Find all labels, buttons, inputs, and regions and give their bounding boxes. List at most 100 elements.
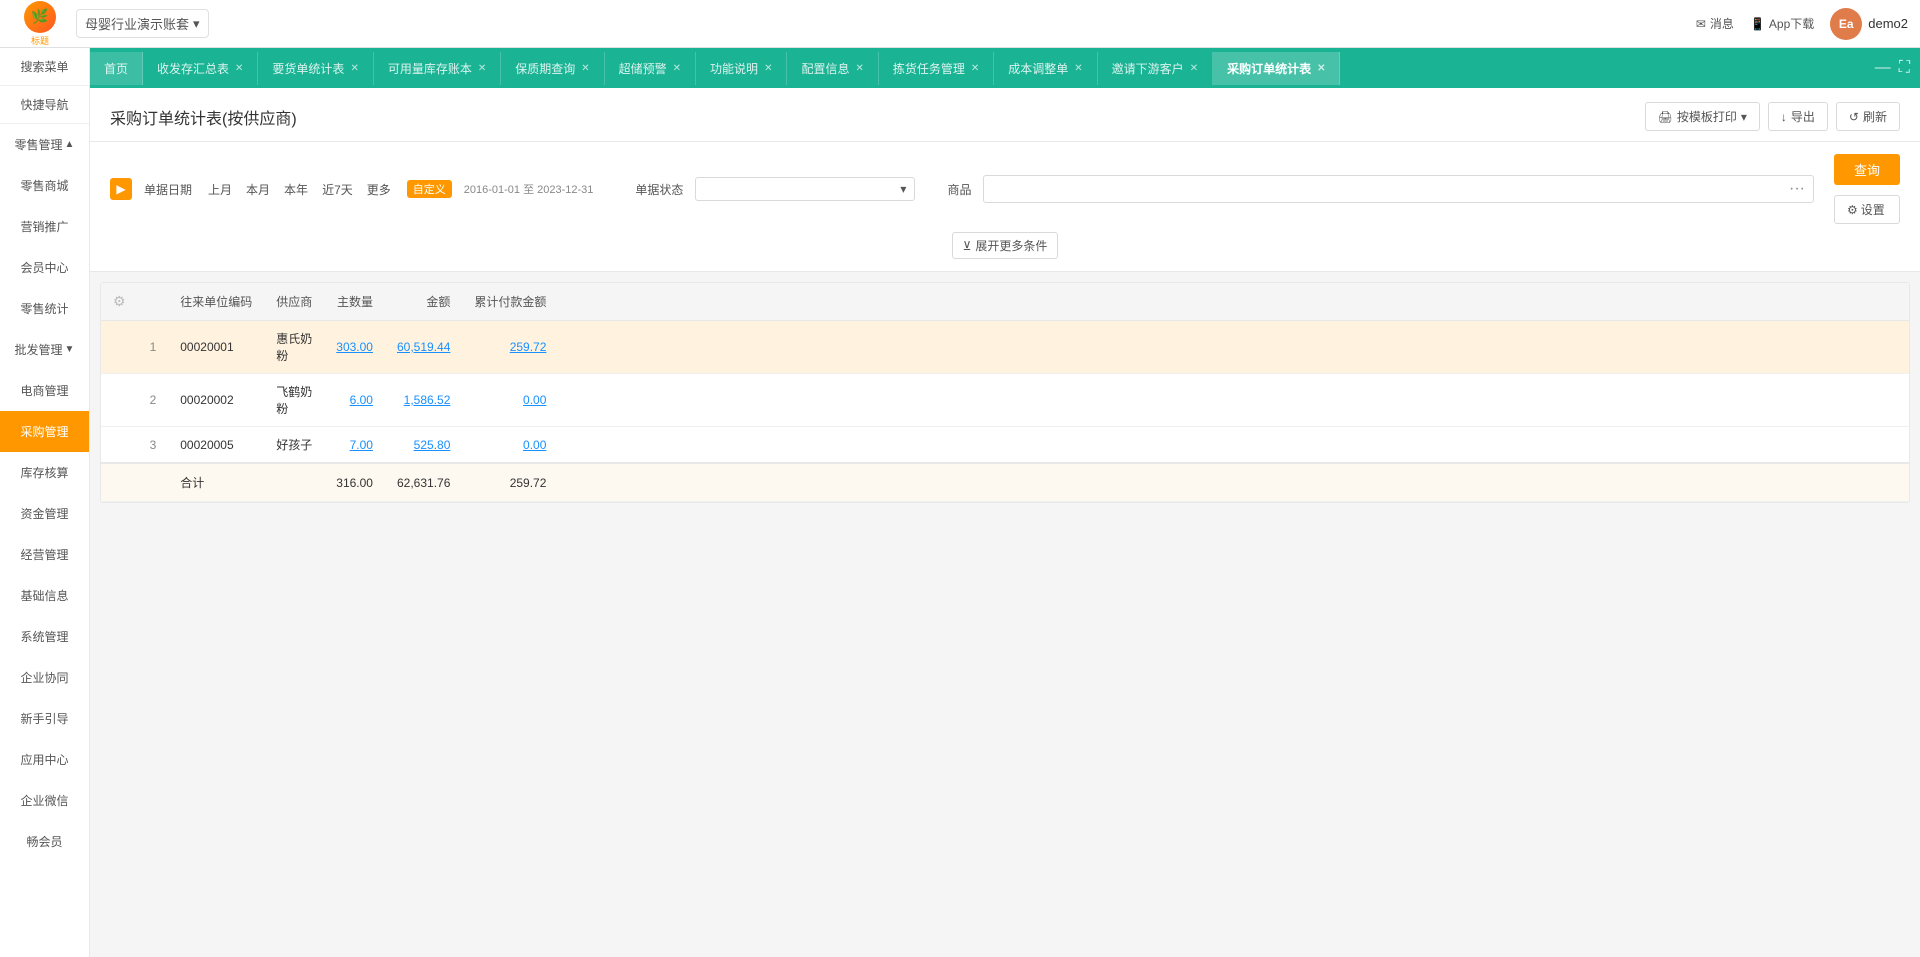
tab-shelf-life-label: 保质期查询 bbox=[515, 60, 575, 77]
sidebar-item-newbie[interactable]: 新手引导 bbox=[0, 698, 89, 739]
row3-settings bbox=[101, 427, 138, 464]
tab-requisition-stats-label: 要货单统计表 bbox=[272, 60, 344, 77]
tab-available-inventory[interactable]: 可用量库存账本 ✕ bbox=[374, 52, 501, 85]
row2-paid[interactable]: 0.00 bbox=[462, 374, 558, 427]
sidebar-item-retail-stats[interactable]: 零售统计 bbox=[0, 288, 89, 329]
settings-icon: ⚙ bbox=[1847, 203, 1858, 217]
sidebar-item-retail-shop[interactable]: 零售商城 bbox=[0, 165, 89, 206]
tab-invite-close-icon[interactable]: ✕ bbox=[1190, 63, 1198, 74]
row1-amount[interactable]: 60,519.44 bbox=[385, 321, 462, 374]
filter-toggle-btn[interactable]: ▶ bbox=[110, 178, 132, 200]
custom-badge[interactable]: 自定义 bbox=[407, 180, 452, 198]
tab-cost-close-icon[interactable]: ✕ bbox=[1074, 63, 1082, 74]
message-btn[interactable]: ✉ 消息 bbox=[1696, 15, 1734, 32]
app-download-label: App下载 bbox=[1769, 15, 1814, 32]
tab-maximize-icon[interactable]: ⛶ bbox=[1899, 59, 1910, 77]
sidebar-item-basic[interactable]: 基础信息 bbox=[0, 575, 89, 616]
tab-config-info[interactable]: 配置信息 ✕ bbox=[787, 52, 878, 85]
last-month-btn[interactable]: 上月 bbox=[204, 180, 236, 199]
sidebar-item-ecommerce-label: 电商管理 bbox=[20, 384, 68, 398]
quick-nav-btn[interactable]: 快捷导航 bbox=[0, 86, 89, 124]
row3-paid[interactable]: 0.00 bbox=[462, 427, 558, 464]
tab-function-desc[interactable]: 功能说明 ✕ bbox=[696, 52, 787, 85]
this-year-btn[interactable]: 本年 bbox=[280, 180, 312, 199]
sidebar-item-retail[interactable]: 零售管理 ▲ bbox=[0, 124, 89, 165]
sidebar-item-enterprise[interactable]: 企业协同 bbox=[0, 657, 89, 698]
sidebar-item-wechat[interactable]: 企业微信 bbox=[0, 780, 89, 821]
tab-minimize-icon[interactable]: — bbox=[1875, 59, 1891, 77]
footer-extra bbox=[558, 463, 1909, 502]
sidebar-item-ecommerce[interactable]: 电商管理 bbox=[0, 370, 89, 411]
tab-requisition-stats[interactable]: 要货单统计表 ✕ bbox=[258, 52, 373, 85]
expand-more-btn[interactable]: ⊻ 展开更多条件 bbox=[952, 232, 1059, 259]
search-menu-btn[interactable]: 搜索菜单 bbox=[0, 48, 89, 86]
export-btn[interactable]: ↓ 导出 bbox=[1768, 102, 1828, 131]
sidebar-item-marketing[interactable]: 营销推广 bbox=[0, 206, 89, 247]
sidebar-item-purchase[interactable]: 采购管理 bbox=[0, 411, 89, 452]
row2-name: 飞鹤奶粉 bbox=[264, 374, 324, 427]
tab-invite-downstream[interactable]: 邀请下游客户 ✕ bbox=[1098, 52, 1213, 85]
row2-quantity[interactable]: 6.00 bbox=[324, 374, 385, 427]
tab-config-close-icon[interactable]: ✕ bbox=[855, 63, 863, 74]
tab-purchase-stats[interactable]: 采购订单统计表 ✕ bbox=[1213, 52, 1340, 85]
sidebar-item-app-center-label: 应用中心 bbox=[20, 753, 68, 767]
sidebar-item-wholesale[interactable]: 批发管理 ▼ bbox=[0, 329, 89, 370]
sidebar-item-vip[interactable]: 畅会员 bbox=[0, 821, 89, 862]
th-index bbox=[138, 283, 169, 321]
tab-bar: 首页 收发存汇总表 ✕ 要货单统计表 ✕ 可用量库存账本 ✕ 保质期查询 ✕ 超… bbox=[90, 48, 1920, 88]
footer-amount: 62,631.76 bbox=[385, 463, 462, 502]
tab-shelf-life[interactable]: 保质期查询 ✕ bbox=[501, 52, 604, 85]
sidebar-item-member[interactable]: 会员中心 bbox=[0, 247, 89, 288]
query-button[interactable]: 查询 bbox=[1834, 154, 1900, 185]
sidebar-item-inventory[interactable]: 库存核算 bbox=[0, 452, 89, 493]
goods-input[interactable]: ··· bbox=[983, 175, 1814, 203]
sidebar-item-member-label: 会员中心 bbox=[20, 261, 68, 275]
sidebar-item-finance[interactable]: 资金管理 bbox=[0, 493, 89, 534]
status-select[interactable]: ▾ bbox=[695, 177, 915, 201]
tab-overstock[interactable]: 超储预警 ✕ bbox=[605, 52, 696, 85]
sidebar-item-operations[interactable]: 经营管理 bbox=[0, 534, 89, 575]
sidebar-item-basic-label: 基础信息 bbox=[20, 589, 68, 603]
tab-overstock-close-icon[interactable]: ✕ bbox=[673, 63, 681, 74]
goods-input-more-icon[interactable]: ··· bbox=[1789, 180, 1805, 198]
tab-pick-close-icon[interactable]: ✕ bbox=[971, 63, 979, 74]
table-area: ⚙ 往来单位编码 供应商 主数量 金额 累计付款金额 bbox=[100, 282, 1910, 503]
right-actions: 查询 ⚙ 设置 bbox=[1834, 154, 1900, 224]
sidebar-item-system[interactable]: 系统管理 bbox=[0, 616, 89, 657]
th-quantity: 主数量 bbox=[324, 283, 385, 321]
filter-area: ▶ 单据日期 上月 本月 本年 近7天 更多 自定义 2016-01-01 至 … bbox=[90, 142, 1920, 272]
tab-available-close-icon[interactable]: ✕ bbox=[478, 63, 486, 74]
tab-receive-summary[interactable]: 收发存汇总表 ✕ bbox=[143, 52, 258, 85]
tab-requisition-close-icon[interactable]: ✕ bbox=[350, 63, 358, 74]
row2-amount[interactable]: 1,586.52 bbox=[385, 374, 462, 427]
settings-button[interactable]: ⚙ 设置 bbox=[1834, 195, 1900, 224]
tab-receive-summary-close-icon[interactable]: ✕ bbox=[235, 63, 243, 74]
tab-pick-task[interactable]: 拣货任务管理 ✕ bbox=[879, 52, 994, 85]
tab-cost-adjust[interactable]: 成本调整单 ✕ bbox=[994, 52, 1097, 85]
last-7-days-btn[interactable]: 近7天 bbox=[318, 180, 357, 199]
app-download-btn[interactable]: 📱 App下载 bbox=[1750, 15, 1814, 32]
tab-function-close-icon[interactable]: ✕ bbox=[764, 63, 772, 74]
row2-settings bbox=[101, 374, 138, 427]
refresh-btn-label: 刷新 bbox=[1863, 108, 1887, 125]
main-layout: 搜索菜单 快捷导航 零售管理 ▲ 零售商城 营销推广 会员中心 零售统计 批发管… bbox=[0, 48, 1920, 957]
row3-quantity[interactable]: 7.00 bbox=[324, 427, 385, 464]
row1-quantity[interactable]: 303.00 bbox=[324, 321, 385, 374]
this-month-btn[interactable]: 本月 bbox=[242, 180, 274, 199]
refresh-btn[interactable]: ↺ 刷新 bbox=[1836, 102, 1900, 131]
tab-shelf-close-icon[interactable]: ✕ bbox=[581, 63, 589, 74]
tab-pick-task-label: 拣货任务管理 bbox=[893, 60, 965, 77]
row3-amount[interactable]: 525.80 bbox=[385, 427, 462, 464]
more-time-btn[interactable]: 更多 bbox=[363, 180, 395, 199]
settings-btn-label: 设置 bbox=[1861, 201, 1885, 218]
top-bar: 🌿 标题 母婴行业演示账套 ▾ ✉ 消息 📱 App下载 Ea demo2 bbox=[0, 0, 1920, 48]
tab-purchase-stats-close-icon[interactable]: ✕ bbox=[1317, 63, 1325, 74]
user-area[interactable]: Ea demo2 bbox=[1830, 8, 1908, 40]
workspace-selector[interactable]: 母婴行业演示账套 ▾ bbox=[76, 9, 209, 38]
print-btn[interactable]: 🖨 按模板打印 ▾ bbox=[1645, 102, 1760, 131]
sidebar-item-app-center[interactable]: 应用中心 bbox=[0, 739, 89, 780]
column-settings-icon[interactable]: ⚙ bbox=[113, 293, 126, 309]
row1-paid[interactable]: 259.72 bbox=[462, 321, 558, 374]
tab-home[interactable]: 首页 bbox=[90, 52, 143, 85]
sidebar-item-retail-stats-label: 零售统计 bbox=[20, 302, 68, 316]
